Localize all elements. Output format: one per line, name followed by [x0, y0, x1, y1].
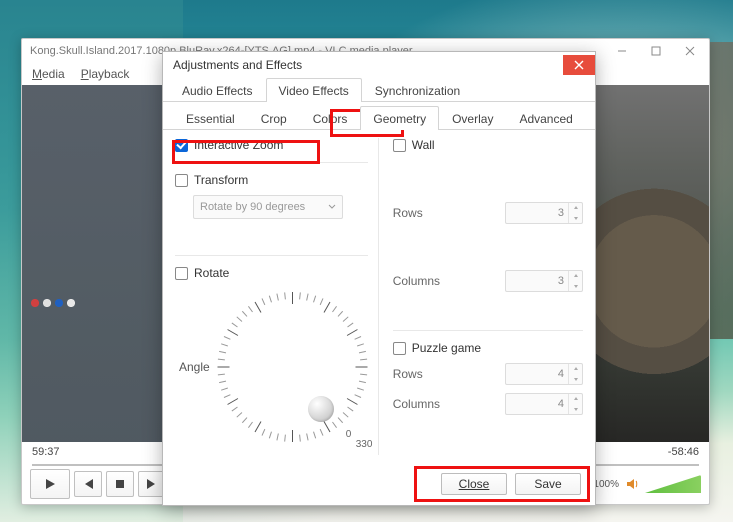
puzzle-rows-spinner[interactable]: 4: [505, 363, 583, 385]
maximize-button[interactable]: [639, 40, 673, 62]
time-remaining: -58:46: [668, 446, 699, 458]
dialog-titlebar[interactable]: Adjustments and Effects: [163, 52, 595, 78]
checkbox-icon: [175, 267, 188, 280]
volume-text: 100%: [593, 479, 619, 490]
subtab-geometry[interactable]: Geometry: [360, 106, 439, 130]
menu-media[interactable]: Media: [32, 67, 65, 81]
puzzle-rows-value: 4: [506, 368, 568, 380]
wall-checkbox[interactable]: Wall: [393, 138, 583, 152]
dial-label-min: 0: [346, 429, 352, 440]
subtab-crop[interactable]: Crop: [248, 106, 300, 130]
close-button[interactable]: Close: [441, 473, 507, 495]
main-tabs: Audio Effects Video Effects Synchronizat…: [163, 78, 595, 102]
rotate-checkbox[interactable]: Rotate: [175, 266, 368, 280]
puzzle-label: Puzzle game: [412, 341, 481, 355]
divider: [393, 330, 583, 331]
checkbox-icon: [393, 342, 406, 355]
wall-cols-label: Columns: [393, 274, 440, 288]
checkbox-icon: [393, 139, 406, 152]
menu-playback[interactable]: Playback: [81, 67, 130, 81]
dialog-close-button[interactable]: [563, 55, 595, 75]
angle-label: Angle: [179, 360, 210, 374]
puzzle-cols-spinner[interactable]: 4: [505, 393, 583, 415]
wall-cols-value: 3: [506, 275, 568, 287]
transform-checkbox[interactable]: Transform: [175, 173, 368, 187]
dial-knob[interactable]: [308, 396, 334, 422]
dialog-footer: Close Save: [163, 463, 595, 505]
wall-rows-spinner[interactable]: 3: [505, 202, 583, 224]
divider: [175, 255, 368, 256]
puzzle-rows-label: Rows: [393, 367, 423, 381]
dialog-title: Adjustments and Effects: [173, 58, 302, 72]
volume-slider[interactable]: [645, 475, 701, 493]
puzzle-cols-label: Columns: [393, 397, 440, 411]
subtab-overlay[interactable]: Overlay: [439, 106, 506, 130]
wall-rows-label: Rows: [393, 206, 423, 220]
chevron-down-icon: [328, 203, 336, 211]
subtab-colors[interactable]: Colors: [300, 106, 361, 130]
save-button[interactable]: Save: [515, 473, 581, 495]
checkbox-icon: [175, 139, 188, 152]
time-elapsed: 59:37: [32, 446, 60, 458]
wall-cols-spinner[interactable]: 3: [505, 270, 583, 292]
tab-video-effects[interactable]: Video Effects: [266, 78, 362, 102]
tab-synchronization[interactable]: Synchronization: [362, 78, 473, 102]
subtab-essential[interactable]: Essential: [173, 106, 248, 130]
puzzle-checkbox[interactable]: Puzzle game: [393, 341, 583, 355]
speaker-icon[interactable]: [625, 477, 639, 491]
adjustments-effects-dialog: Adjustments and Effects Audio Effects Vi…: [162, 51, 596, 506]
subtab-advanced[interactable]: Advanced: [506, 106, 585, 130]
wall-label: Wall: [412, 138, 435, 152]
play-button[interactable]: [30, 469, 70, 499]
stop-button[interactable]: [106, 471, 134, 497]
tab-audio-effects[interactable]: Audio Effects: [169, 78, 266, 102]
transform-label: Transform: [194, 173, 248, 187]
sub-tabs: Essential Crop Colors Geometry Overlay A…: [163, 106, 595, 130]
transform-combo[interactable]: Rotate by 90 degrees: [193, 195, 343, 219]
checkbox-icon: [175, 174, 188, 187]
minimize-button[interactable]: [605, 40, 639, 62]
interactive-zoom-label: Interactive Zoom: [194, 138, 283, 152]
prev-button[interactable]: [74, 471, 102, 497]
interactive-zoom-checkbox[interactable]: Interactive Zoom: [175, 138, 368, 152]
divider: [175, 162, 368, 163]
wall-rows-value: 3: [506, 207, 568, 219]
video-frame-detail: [26, 282, 86, 312]
close-window-button[interactable]: [673, 40, 707, 62]
dial-label-max: 330: [356, 439, 373, 450]
angle-dial[interactable]: 0 330: [218, 292, 368, 442]
rotate-label: Rotate: [194, 266, 229, 280]
puzzle-cols-value: 4: [506, 398, 568, 410]
transform-combo-value: Rotate by 90 degrees: [200, 201, 305, 213]
